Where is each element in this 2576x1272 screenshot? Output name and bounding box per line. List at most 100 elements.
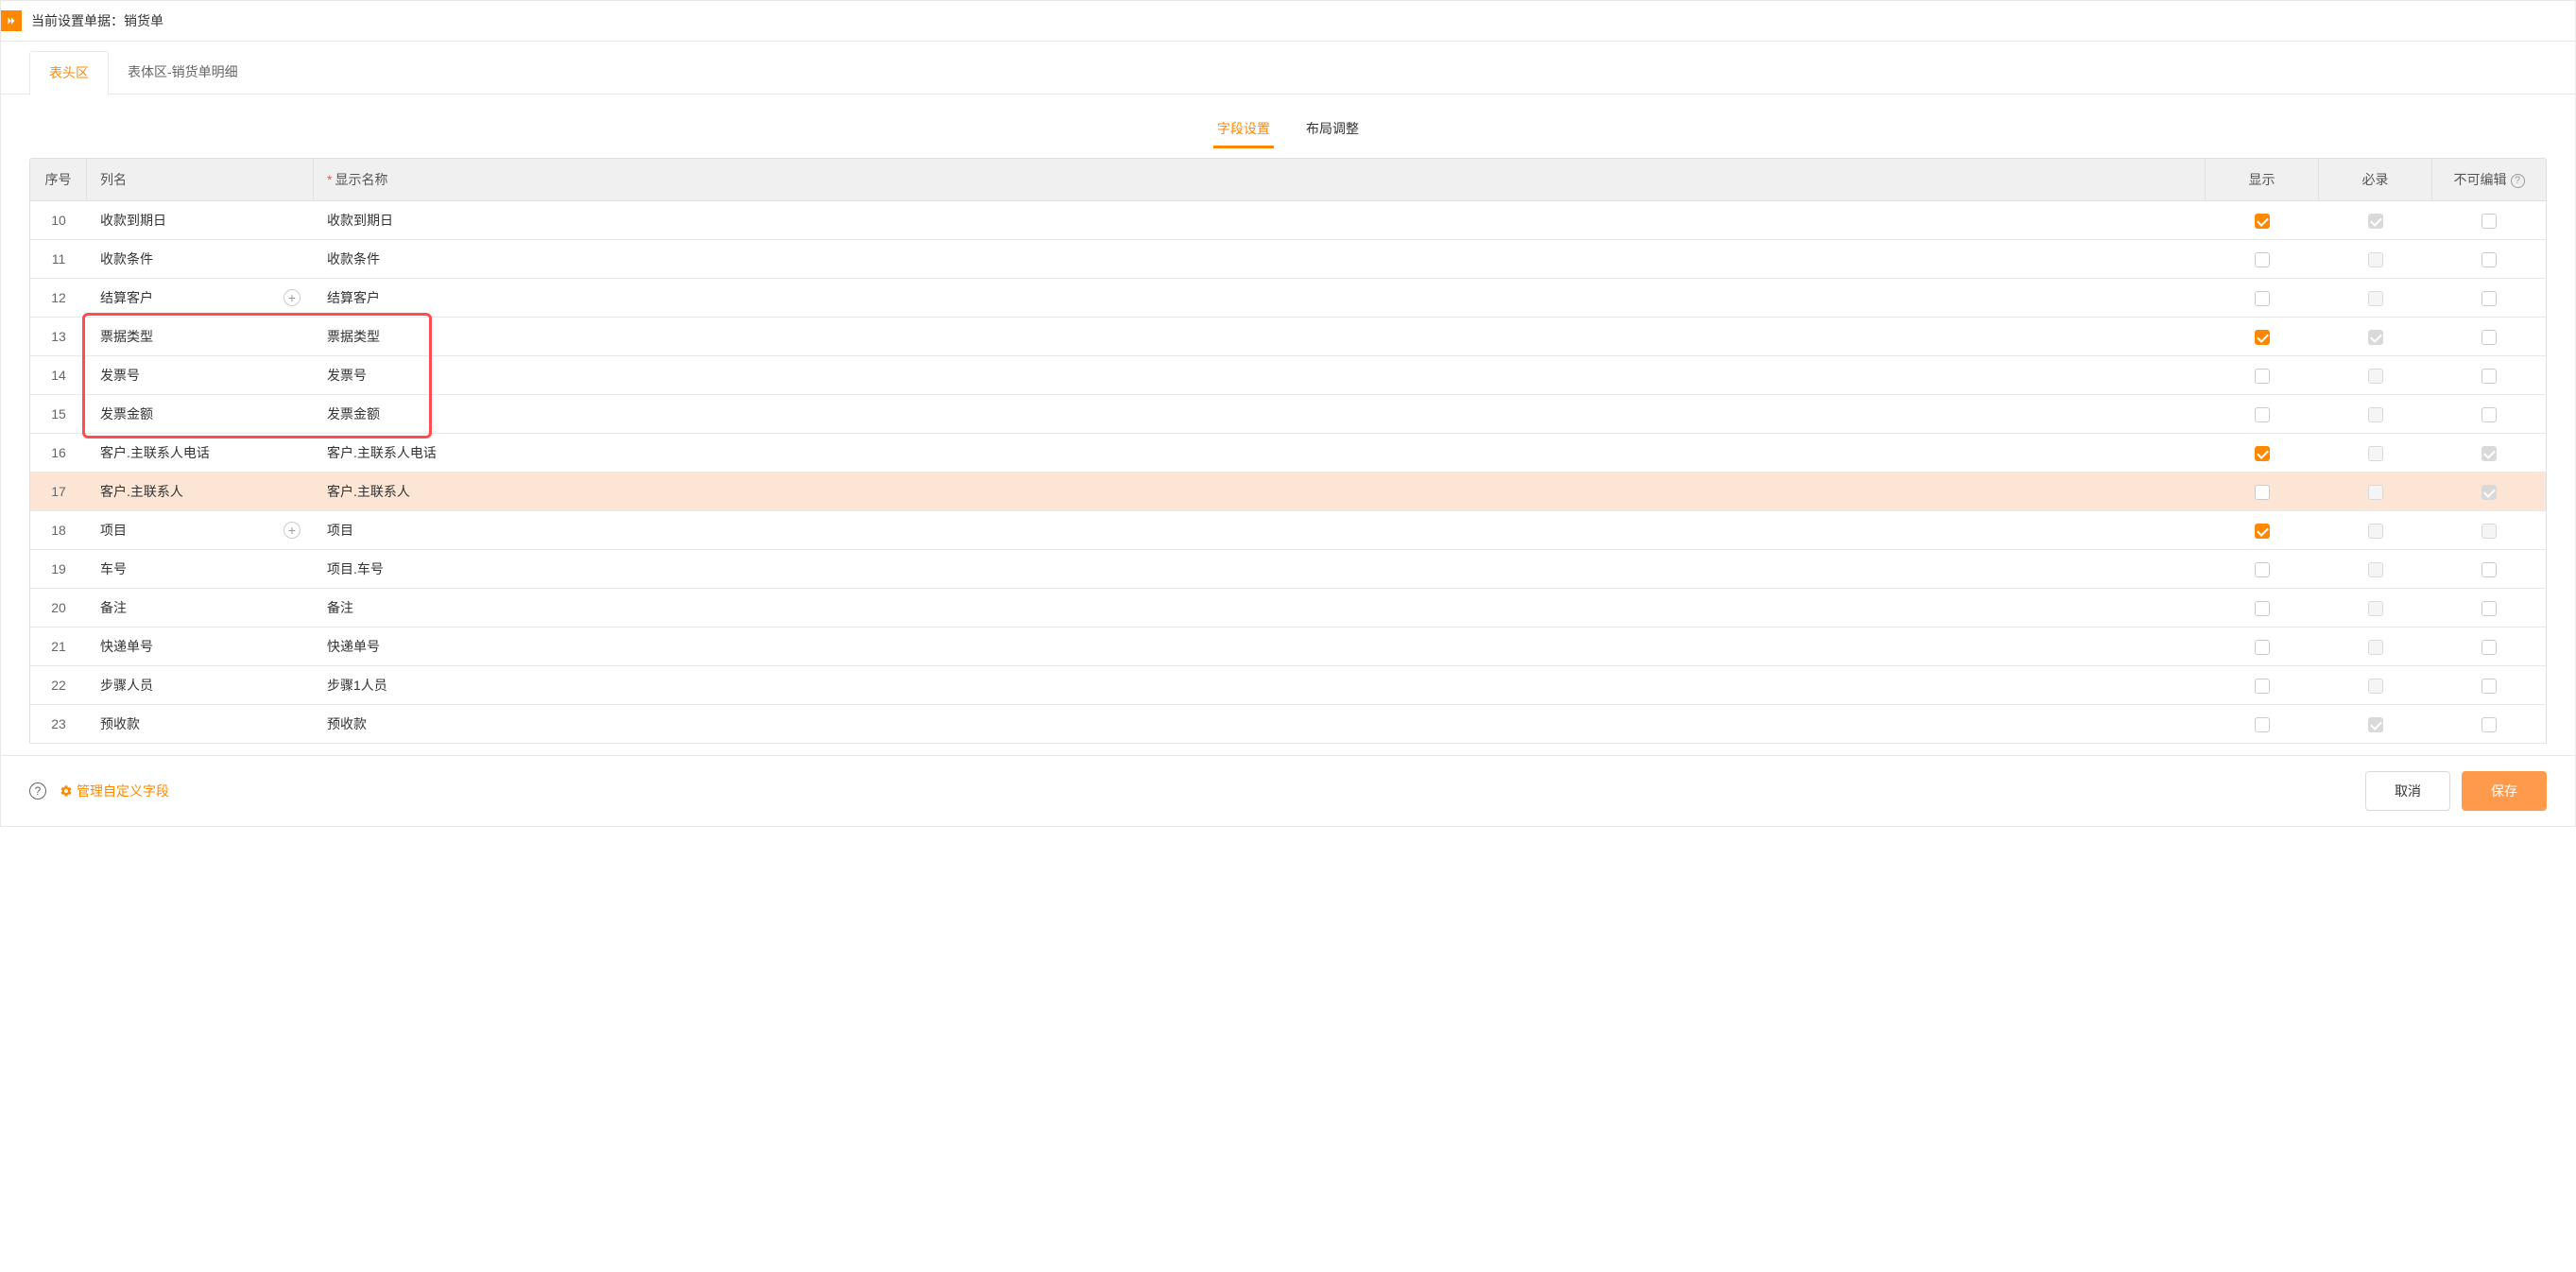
checkbox-show[interactable] [2255, 330, 2270, 345]
checkbox-show[interactable] [2255, 252, 2270, 267]
table-row: 21快递单号快递单号 [30, 627, 2546, 666]
row-display-name[interactable]: 票据类型 [314, 318, 2206, 355]
table-row: 13票据类型票据类型 [30, 318, 2546, 356]
checkbox-readonly-cell [2432, 202, 2546, 237]
row-name-label: 项目 [100, 523, 127, 538]
header-display: *显示名称 [314, 159, 2206, 200]
manage-custom-fields-link[interactable]: 管理自定义字段 [60, 782, 169, 800]
tab-secondary-1[interactable]: 布局调整 [1302, 112, 1363, 148]
header-bar: 当前设置单据：销货单 [1, 1, 2575, 42]
header-name: 列名 [87, 159, 314, 200]
row-seq: 20 [30, 591, 87, 625]
checkbox-show[interactable] [2255, 717, 2270, 732]
row-display-name[interactable]: 收款到期日 [314, 201, 2206, 239]
checkbox-readonly[interactable] [2482, 601, 2497, 616]
save-button[interactable]: 保存 [2462, 771, 2547, 811]
checkbox-readonly[interactable] [2482, 330, 2497, 345]
table-container: 序号 列名 *显示名称 显示 必录 不可编辑? 10收款到期日收款到期日11收款… [1, 148, 2575, 744]
checkbox-readonly[interactable] [2482, 679, 2497, 694]
row-name-label: 发票号 [100, 368, 140, 383]
tab-secondary-0[interactable]: 字段设置 [1213, 112, 1274, 148]
checkbox-show[interactable] [2255, 562, 2270, 577]
tabs-primary: 表头区表体区-销货单明细 [1, 51, 2575, 95]
doc-name: 销货单 [124, 13, 163, 28]
row-display-name[interactable]: 收款条件 [314, 240, 2206, 278]
row-name: 收款到期日 [87, 201, 314, 239]
tab-primary-0[interactable]: 表头区 [29, 51, 109, 95]
row-display-name[interactable]: 项目.车号 [314, 550, 2206, 588]
checkbox-show[interactable] [2255, 407, 2270, 422]
checkbox-required [2368, 485, 2383, 500]
row-display-name[interactable]: 发票金额 [314, 395, 2206, 433]
checkbox-show[interactable] [2255, 640, 2270, 655]
checkbox-readonly[interactable] [2482, 252, 2497, 267]
checkbox-show[interactable] [2255, 524, 2270, 539]
collapse-toggle[interactable] [1, 10, 22, 31]
footer-right: 取消 保存 [2365, 771, 2547, 811]
checkbox-readonly[interactable] [2482, 640, 2497, 655]
checkbox-required [2368, 717, 2383, 732]
checkbox-readonly[interactable] [2482, 407, 2497, 422]
checkbox-required-cell [2319, 628, 2432, 663]
plus-icon[interactable]: + [283, 289, 301, 306]
custom-field-link-label: 管理自定义字段 [77, 782, 169, 800]
gear-icon [60, 784, 73, 798]
row-display-name[interactable]: 项目 [314, 511, 2206, 549]
row-seq: 19 [30, 552, 87, 586]
row-name: 预收款 [87, 705, 314, 743]
checkbox-show[interactable] [2255, 291, 2270, 306]
checkbox-readonly[interactable] [2482, 214, 2497, 229]
row-display-name[interactable]: 步骤1人员 [314, 666, 2206, 704]
checkbox-show[interactable] [2255, 369, 2270, 384]
row-seq: 14 [30, 358, 87, 392]
row-display-name[interactable]: 备注 [314, 589, 2206, 627]
row-display-name[interactable]: 发票号 [314, 356, 2206, 394]
row-display-name[interactable]: 快递单号 [314, 627, 2206, 665]
row-name-label: 票据类型 [100, 329, 153, 344]
checkbox-readonly-cell [2432, 318, 2546, 353]
tab-primary-1[interactable]: 表体区-销货单明细 [109, 51, 257, 95]
checkbox-show-cell [2206, 241, 2319, 276]
checkbox-readonly[interactable] [2482, 717, 2497, 732]
checkbox-show[interactable] [2255, 601, 2270, 616]
table-row: 20备注备注 [30, 589, 2546, 627]
checkbox-show-cell [2206, 512, 2319, 547]
checkbox-readonly[interactable] [2482, 369, 2497, 384]
row-name: 车号 [87, 550, 314, 588]
row-name-label: 结算客户 [100, 290, 153, 305]
checkbox-show[interactable] [2255, 214, 2270, 229]
row-name-label: 预收款 [100, 716, 140, 731]
checkbox-required-cell [2319, 435, 2432, 470]
row-display-name[interactable]: 客户.主联系人 [314, 473, 2206, 510]
header-required: 必录 [2319, 159, 2432, 200]
checkbox-show[interactable] [2255, 485, 2270, 500]
checkbox-readonly[interactable] [2482, 291, 2497, 306]
row-display-name[interactable]: 客户.主联系人电话 [314, 434, 2206, 472]
row-seq: 16 [30, 436, 87, 470]
table-row: 17 客户.主联系人 客户.主联系人 [30, 473, 2546, 511]
checkbox-show-cell [2206, 396, 2319, 431]
row-display-name[interactable]: 预收款 [314, 705, 2206, 743]
cancel-button[interactable]: 取消 [2365, 771, 2450, 811]
checkbox-required-cell [2319, 241, 2432, 276]
checkbox-readonly[interactable] [2482, 562, 2497, 577]
checkbox-required-cell [2319, 202, 2432, 237]
row-seq: 11 [30, 242, 87, 276]
table-row: 14 发票号 发票号 [30, 356, 2546, 395]
checkbox-show[interactable] [2255, 446, 2270, 461]
row-seq: 17 [30, 474, 87, 508]
table-header: 序号 列名 *显示名称 显示 必录 不可编辑? [29, 158, 2547, 201]
header-seq: 序号 [30, 159, 87, 200]
checkbox-show-cell [2206, 628, 2319, 663]
row-name: 客户.主联系人电话 [87, 434, 314, 472]
table-body: 10收款到期日收款到期日11收款条件收款条件12结算客户+结算客户13票据类型票… [29, 201, 2547, 744]
checkbox-readonly [2482, 524, 2497, 539]
row-name-label: 步骤人员 [100, 678, 153, 693]
plus-icon[interactable]: + [283, 522, 301, 539]
question-icon[interactable]: ? [29, 782, 46, 799]
row-display-name[interactable]: 结算客户 [314, 279, 2206, 317]
row-name-label: 客户.主联系人 [100, 484, 183, 499]
help-icon[interactable]: ? [2511, 174, 2525, 188]
checkbox-show-cell [2206, 590, 2319, 625]
checkbox-show[interactable] [2255, 679, 2270, 694]
